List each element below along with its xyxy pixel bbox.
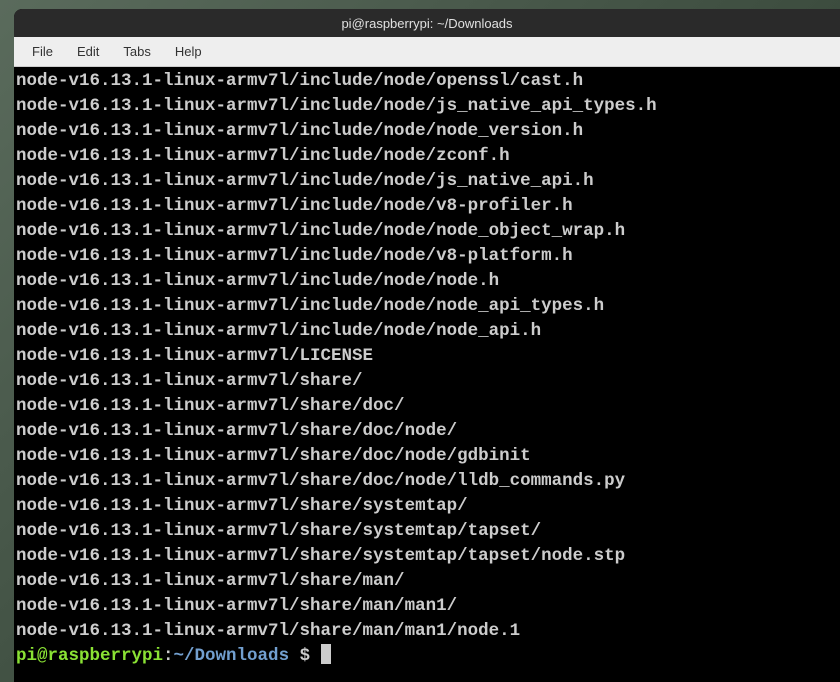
terminal-line: node-v16.13.1-linux-armv7l/include/node/… <box>16 319 838 344</box>
terminal-line: node-v16.13.1-linux-armv7l/share/systemt… <box>16 544 838 569</box>
terminal-line: node-v16.13.1-linux-armv7l/share/ <box>16 369 838 394</box>
cursor-icon <box>321 644 331 664</box>
prompt-separator: : <box>163 646 174 666</box>
menu-file[interactable]: File <box>22 40 63 63</box>
terminal-line: node-v16.13.1-linux-armv7l/include/node/… <box>16 119 838 144</box>
terminal-line: node-v16.13.1-linux-armv7l/LICENSE <box>16 344 838 369</box>
terminal-line: node-v16.13.1-linux-armv7l/share/systemt… <box>16 494 838 519</box>
menu-help[interactable]: Help <box>165 40 212 63</box>
terminal-line: node-v16.13.1-linux-armv7l/include/node/… <box>16 244 838 269</box>
terminal-line: node-v16.13.1-linux-armv7l/share/doc/nod… <box>16 469 838 494</box>
menu-tabs[interactable]: Tabs <box>113 40 160 63</box>
terminal-line: node-v16.13.1-linux-armv7l/share/doc/ <box>16 394 838 419</box>
terminal-line: node-v16.13.1-linux-armv7l/share/doc/nod… <box>16 444 838 469</box>
prompt-dollar: $ <box>289 646 321 666</box>
terminal-line: node-v16.13.1-linux-armv7l/include/node/… <box>16 94 838 119</box>
prompt-path: ~/Downloads <box>174 646 290 666</box>
menubar: File Edit Tabs Help <box>14 37 840 67</box>
terminal-line: node-v16.13.1-linux-armv7l/include/node/… <box>16 219 838 244</box>
titlebar[interactable]: pi@raspberrypi: ~/Downloads <box>14 9 840 37</box>
menu-edit[interactable]: Edit <box>67 40 109 63</box>
terminal-line: node-v16.13.1-linux-armv7l/share/doc/nod… <box>16 419 838 444</box>
terminal-line: node-v16.13.1-linux-armv7l/include/node/… <box>16 269 838 294</box>
terminal-line: node-v16.13.1-linux-armv7l/include/node/… <box>16 294 838 319</box>
terminal-line: node-v16.13.1-linux-armv7l/include/node/… <box>16 194 838 219</box>
terminal-line: node-v16.13.1-linux-armv7l/share/man/ <box>16 569 838 594</box>
terminal-window: pi@raspberrypi: ~/Downloads File Edit Ta… <box>14 9 840 682</box>
terminal-line: node-v16.13.1-linux-armv7l/share/systemt… <box>16 519 838 544</box>
terminal-line: node-v16.13.1-linux-armv7l/include/node/… <box>16 69 838 94</box>
window-title: pi@raspberrypi: ~/Downloads <box>341 16 512 31</box>
terminal-line: node-v16.13.1-linux-armv7l/include/node/… <box>16 144 838 169</box>
prompt-user: pi@raspberrypi <box>16 646 163 666</box>
terminal-output[interactable]: node-v16.13.1-linux-armv7l/include/node/… <box>14 67 840 682</box>
terminal-line: node-v16.13.1-linux-armv7l/share/man/man… <box>16 619 838 644</box>
prompt-line: pi@raspberrypi:~/Downloads $ <box>16 644 838 669</box>
terminal-line: node-v16.13.1-linux-armv7l/include/node/… <box>16 169 838 194</box>
terminal-line: node-v16.13.1-linux-armv7l/share/man/man… <box>16 594 838 619</box>
